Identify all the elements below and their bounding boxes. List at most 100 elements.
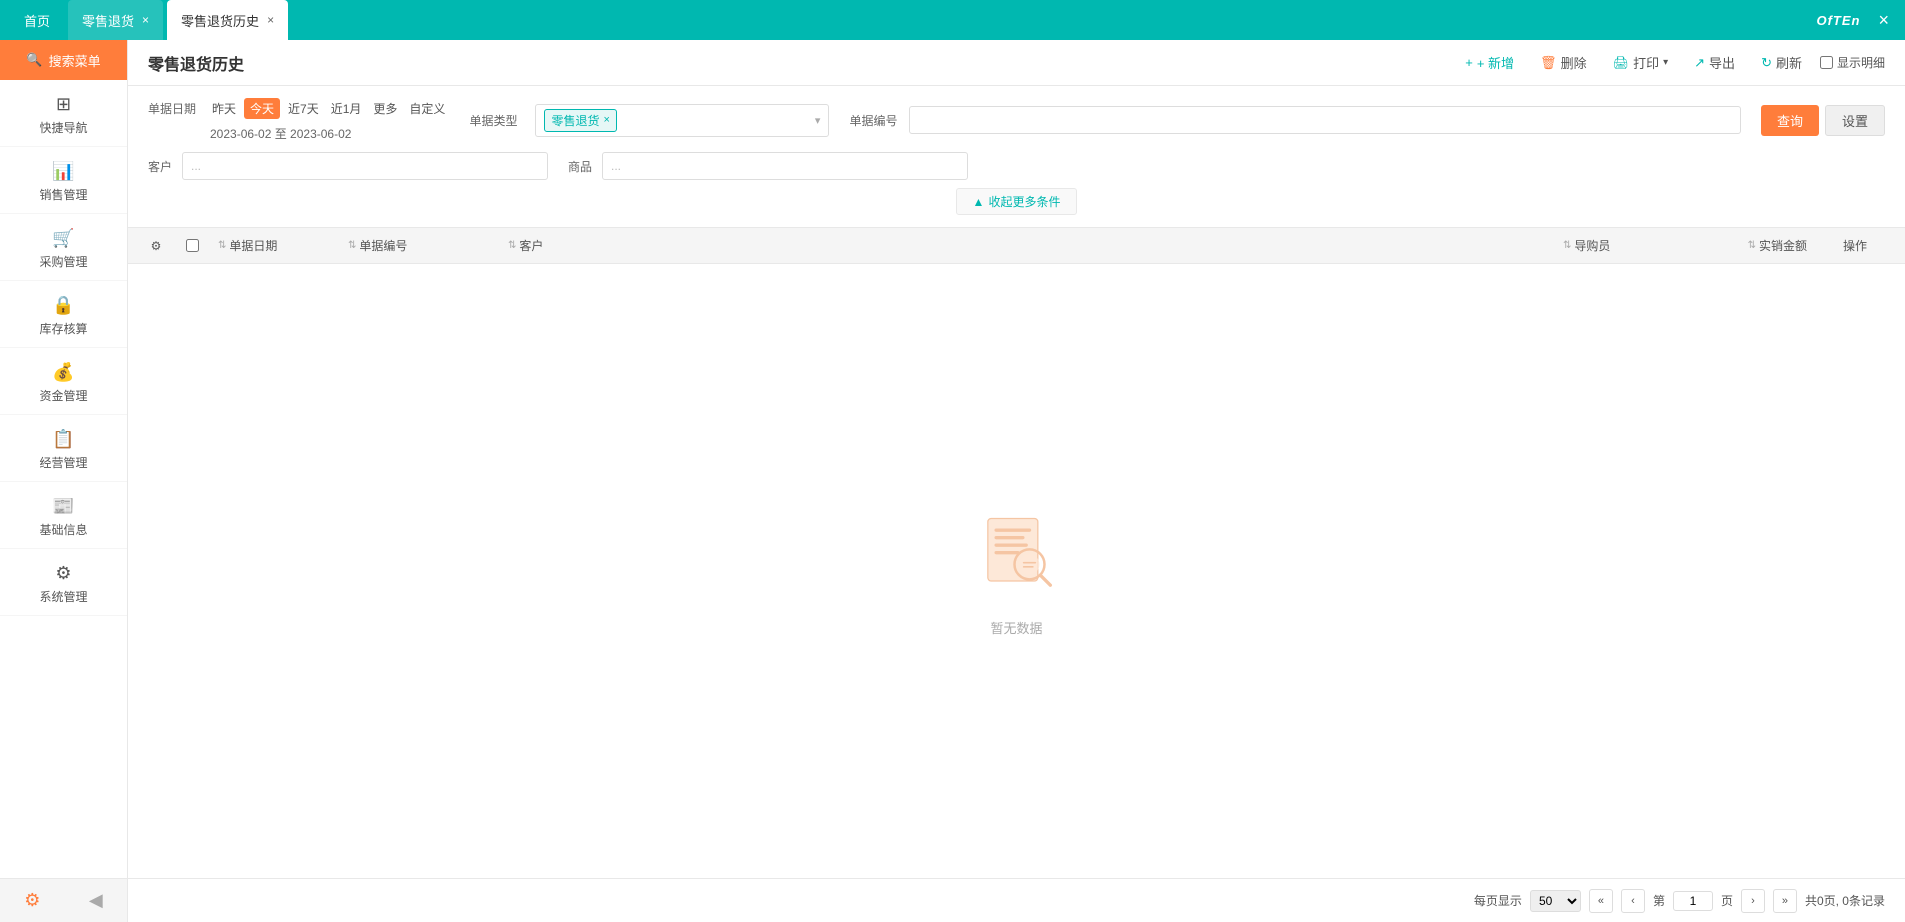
empty-illustration [967,506,1067,606]
filter-row-1: 单据日期 昨天 今天 近7天 近1月 更多 自定义 2023-06-02 至 2… [148,98,1885,142]
goods-input[interactable]: ... [602,152,968,180]
filter-row-2: 客户 ... 商品 ... [148,152,1885,180]
delete-button[interactable]: 🗑 删除 [1532,49,1595,76]
doc-type-input[interactable]: 零售退货 × ▾ [535,104,829,137]
date-btn-last7[interactable]: 近7天 [284,98,323,119]
table-header: ⚙ ⇅ 单据日期 ⇅ 单据编号 ⇅ 客户 ⇅ [128,228,1905,264]
page-unit: 页 [1721,892,1733,909]
add-icon: + [1465,55,1473,70]
system-label: 系统管理 [39,588,87,605]
close-app-button[interactable]: × [1872,10,1895,31]
tab-retail-return-history-label: 零售退货历史 [181,11,259,30]
print-button[interactable]: 🖨 打印 ▾ [1605,49,1677,76]
prev-page-button[interactable]: ‹ [1621,889,1645,913]
purchase-icon: 🛒 [52,228,74,249]
customer-filter-group: 客户 ... [148,152,548,180]
sidebar-search[interactable]: 🔍 搜索菜单 [0,40,127,80]
collapse-icon: ▲ [973,195,985,209]
show-detail-checkbox[interactable] [1820,56,1833,69]
th-guide[interactable]: ⇅ 导购员 [1555,237,1695,254]
date-btn-custom[interactable]: 自定义 [405,98,449,119]
export-button[interactable]: ↗ 导出 [1686,49,1743,76]
first-page-button[interactable]: « [1589,889,1613,913]
customer-input[interactable]: ... [182,152,548,180]
th-date[interactable]: ⇅ 单据日期 [210,237,340,254]
sidebar-item-basic-info[interactable]: 📰 基础信息 [0,482,127,549]
add-button[interactable]: + + 新增 [1457,49,1522,76]
empty-text: 暂无数据 [990,618,1042,637]
show-detail-checkbox-group[interactable]: 显示明细 [1820,54,1885,71]
quick-nav-label: 快捷导航 [39,119,87,136]
inventory-icon: 🔒 [52,295,74,316]
sidebar-item-system[interactable]: ⚙ 系统管理 [0,549,127,616]
next-page-button[interactable]: › [1741,889,1765,913]
collapse-sidebar-icon[interactable]: ◀ [89,890,103,911]
query-button[interactable]: 查询 [1761,105,1819,136]
th-number[interactable]: ⇅ 单据编号 [340,237,500,254]
refresh-button[interactable]: ↻ 刷新 [1753,49,1810,76]
sidebar-item-finance[interactable]: 💰 资金管理 [0,348,127,415]
sidebar-item-quick-nav[interactable]: ⊞ 快捷导航 [0,80,127,147]
sidebar-item-purchase[interactable]: 🛒 采购管理 [0,214,127,281]
th-amount-label: 实销金额 [1759,237,1807,254]
th-actions: 操作 [1815,237,1895,254]
select-all-checkbox[interactable] [186,239,199,252]
doc-number-input[interactable] [909,106,1741,134]
th-checkbox[interactable] [174,239,210,252]
th-settings[interactable]: ⚙ [138,239,174,253]
basic-info-icon: 📰 [52,496,74,517]
sidebar-search-label: 搜索菜单 [49,51,101,70]
sidebar-item-inventory[interactable]: 🔒 库存核算 [0,281,127,348]
th-customer[interactable]: ⇅ 客户 [500,237,1555,254]
settings-button[interactable]: 设置 [1825,105,1885,136]
system-icon: ⚙ [55,563,71,584]
date-btn-yesterday[interactable]: 昨天 [208,98,240,119]
sidebar-item-operation[interactable]: 📋 经营管理 [0,415,127,482]
tab-retail-return-history[interactable]: 零售退货历史 × [167,0,288,40]
print-label: 打印 [1633,53,1659,72]
table-settings-icon[interactable]: ⚙ [151,239,162,253]
tab-home[interactable]: 首页 [10,0,64,40]
tab-retail-return-close[interactable]: × [142,13,149,27]
date-btn-last-month[interactable]: 近1月 [327,98,366,119]
refresh-icon: ↻ [1761,55,1772,71]
tab-retail-return-history-close[interactable]: × [267,13,274,27]
inventory-label: 库存核算 [39,320,87,337]
brand-label: OfTEn [1816,13,1860,28]
operation-icon: 📋 [52,429,74,450]
page-size-select[interactable]: 20 50 100 [1530,890,1581,912]
th-amount[interactable]: ⇅ 实销金额 [1695,237,1815,254]
collapse-button[interactable]: ▲ 收起更多条件 [956,188,1078,215]
add-label: + 新增 [1477,53,1514,72]
table-container: ⚙ ⇅ 单据日期 ⇅ 单据编号 ⇅ 客户 ⇅ [128,228,1905,878]
search-icon: 🔍 [26,52,42,68]
page-title: 零售退货历史 [148,51,244,75]
th-customer-sort-icon: ⇅ [508,240,516,251]
tab-retail-return-label: 零售退货 [82,11,134,30]
filter-action-buttons: 查询 设置 [1761,105,1885,136]
goods-filter-group: 商品 ... [568,152,968,180]
operation-label: 经营管理 [39,454,87,471]
last-page-button[interactable]: » [1773,889,1797,913]
doc-number-filter-group: 单据编号 [849,106,1741,134]
delete-label: 删除 [1561,53,1587,72]
page-number-input[interactable] [1673,891,1713,911]
doc-type-label: 单据类型 [469,112,527,129]
doc-number-label: 单据编号 [849,112,901,129]
doc-type-tag: 零售退货 × [544,109,616,132]
doc-type-tag-close[interactable]: × [603,114,609,126]
page-header: 零售退货历史 + + 新增 🗑 删除 🖨 打印 ▾ ↗ 导出 [128,40,1905,86]
tab-retail-return[interactable]: 零售退货 × [68,0,163,40]
th-number-label: 单据编号 [359,237,407,254]
sidebar: 🔍 搜索菜单 ⊞ 快捷导航 📊 销售管理 🛒 采购管理 🔒 库存核算 💰 [0,40,128,922]
date-range-display: 2023-06-02 至 2023-06-02 [152,125,351,142]
header-actions: + + 新增 🗑 删除 🖨 打印 ▾ ↗ 导出 ↻ [1457,49,1885,76]
export-label: 导出 [1709,53,1735,72]
settings-bottom-icon[interactable]: ⚙ [24,890,40,911]
date-btn-more[interactable]: 更多 [369,98,401,119]
date-btn-today[interactable]: 今天 [244,98,280,119]
finance-icon: 💰 [52,362,74,383]
total-info: 共0页, 0条记录 [1805,892,1885,909]
sidebar-item-sales[interactable]: 📊 销售管理 [0,147,127,214]
sales-label: 销售管理 [39,186,87,203]
